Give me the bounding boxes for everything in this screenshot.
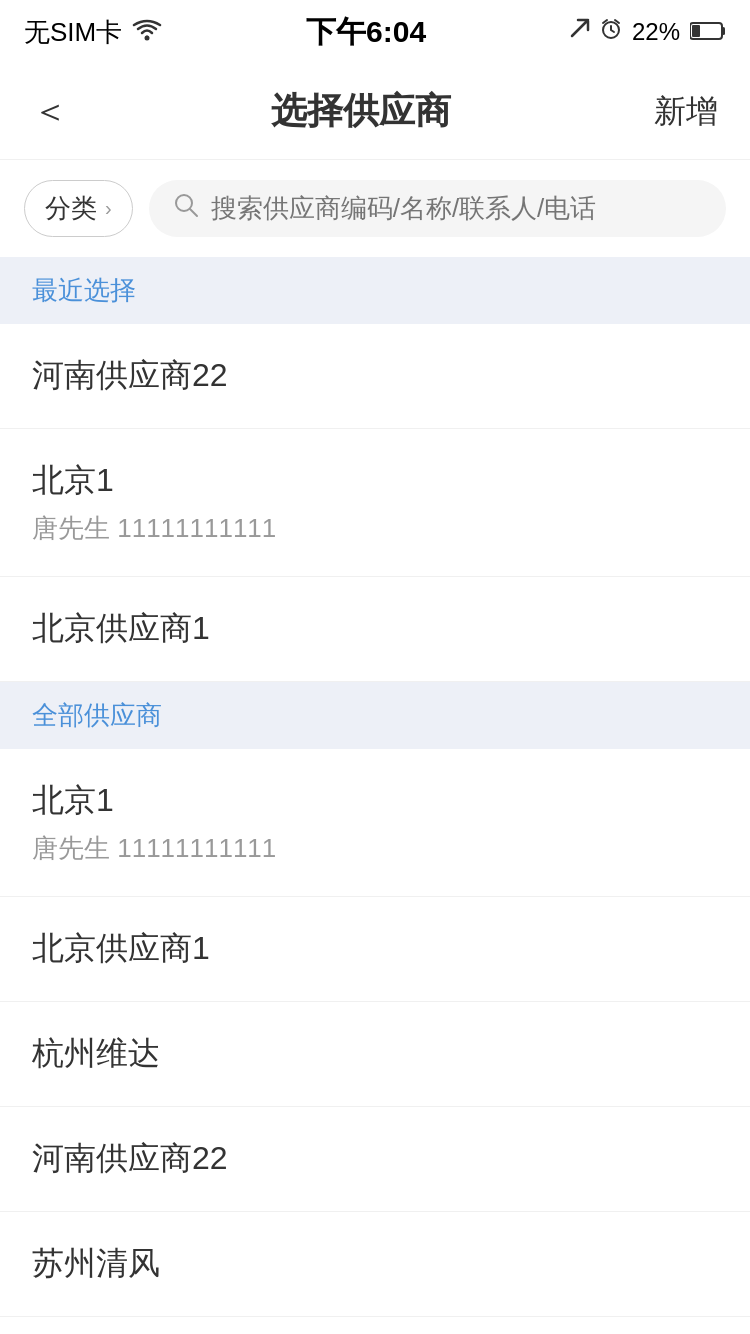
- back-button[interactable]: ＜: [32, 87, 68, 136]
- item-contact: 唐先生 11111111111: [32, 831, 718, 866]
- list-item[interactable]: 北京供应商1: [0, 577, 750, 682]
- list-item[interactable]: 河南供应商22: [0, 1107, 750, 1212]
- item-name: 北京供应商1: [32, 607, 718, 651]
- status-time: 下午6:04: [306, 12, 426, 53]
- chevron-right-icon: ›: [105, 197, 112, 220]
- item-name: 北京1: [32, 779, 718, 823]
- list-item[interactable]: 苏州清风: [0, 1212, 750, 1317]
- category-button[interactable]: 分类 ›: [24, 180, 133, 237]
- list-item[interactable]: 北京1 唐先生 11111111111: [0, 749, 750, 897]
- search-input[interactable]: [211, 193, 702, 224]
- all-section-title: 全部供应商: [32, 700, 162, 730]
- all-section-header: 全部供应商: [0, 682, 750, 749]
- search-icon: [173, 192, 199, 225]
- item-name: 杭州维达: [32, 1032, 718, 1076]
- svg-rect-4: [692, 25, 700, 37]
- alarm-icon: [600, 18, 622, 46]
- carrier-text: 无SIM卡: [24, 15, 122, 50]
- list-item[interactable]: 北京1 唐先生 11111111111: [0, 429, 750, 577]
- svg-point-0: [145, 35, 150, 40]
- svg-rect-3: [722, 27, 725, 35]
- search-box[interactable]: [149, 180, 726, 237]
- recent-section-title: 最近选择: [32, 275, 136, 305]
- all-items-list: 北京1 唐先生 11111111111 北京供应商1 杭州维达 河南供应商22 …: [0, 749, 750, 1317]
- recent-items-list: 河南供应商22 北京1 唐先生 11111111111 北京供应商1: [0, 324, 750, 682]
- list-item[interactable]: 杭州维达: [0, 1002, 750, 1107]
- status-bar: 无SIM卡 下午6:04 22%: [0, 0, 750, 64]
- category-label: 分类: [45, 191, 97, 226]
- battery-text: 22%: [632, 18, 680, 46]
- item-name: 北京1: [32, 459, 718, 503]
- wifi-icon: [132, 17, 162, 48]
- page-title: 选择供应商: [271, 87, 451, 136]
- location-icon: [570, 18, 590, 46]
- recent-section-header: 最近选择: [0, 257, 750, 324]
- nav-bar: ＜ 选择供应商 新增: [0, 64, 750, 160]
- item-name: 北京供应商1: [32, 927, 718, 971]
- item-name: 河南供应商22: [32, 1137, 718, 1181]
- filter-bar: 分类 ›: [0, 160, 750, 257]
- item-name: 苏州清风: [32, 1242, 718, 1286]
- item-name: 河南供应商22: [32, 354, 718, 398]
- list-item[interactable]: 北京供应商1: [0, 897, 750, 1002]
- battery-icon: [690, 18, 726, 46]
- item-contact: 唐先生 11111111111: [32, 511, 718, 546]
- list-item[interactable]: 河南供应商22: [0, 324, 750, 429]
- new-action-button[interactable]: 新增: [654, 90, 718, 134]
- status-right: 22%: [570, 18, 726, 46]
- status-left: 无SIM卡: [24, 15, 162, 50]
